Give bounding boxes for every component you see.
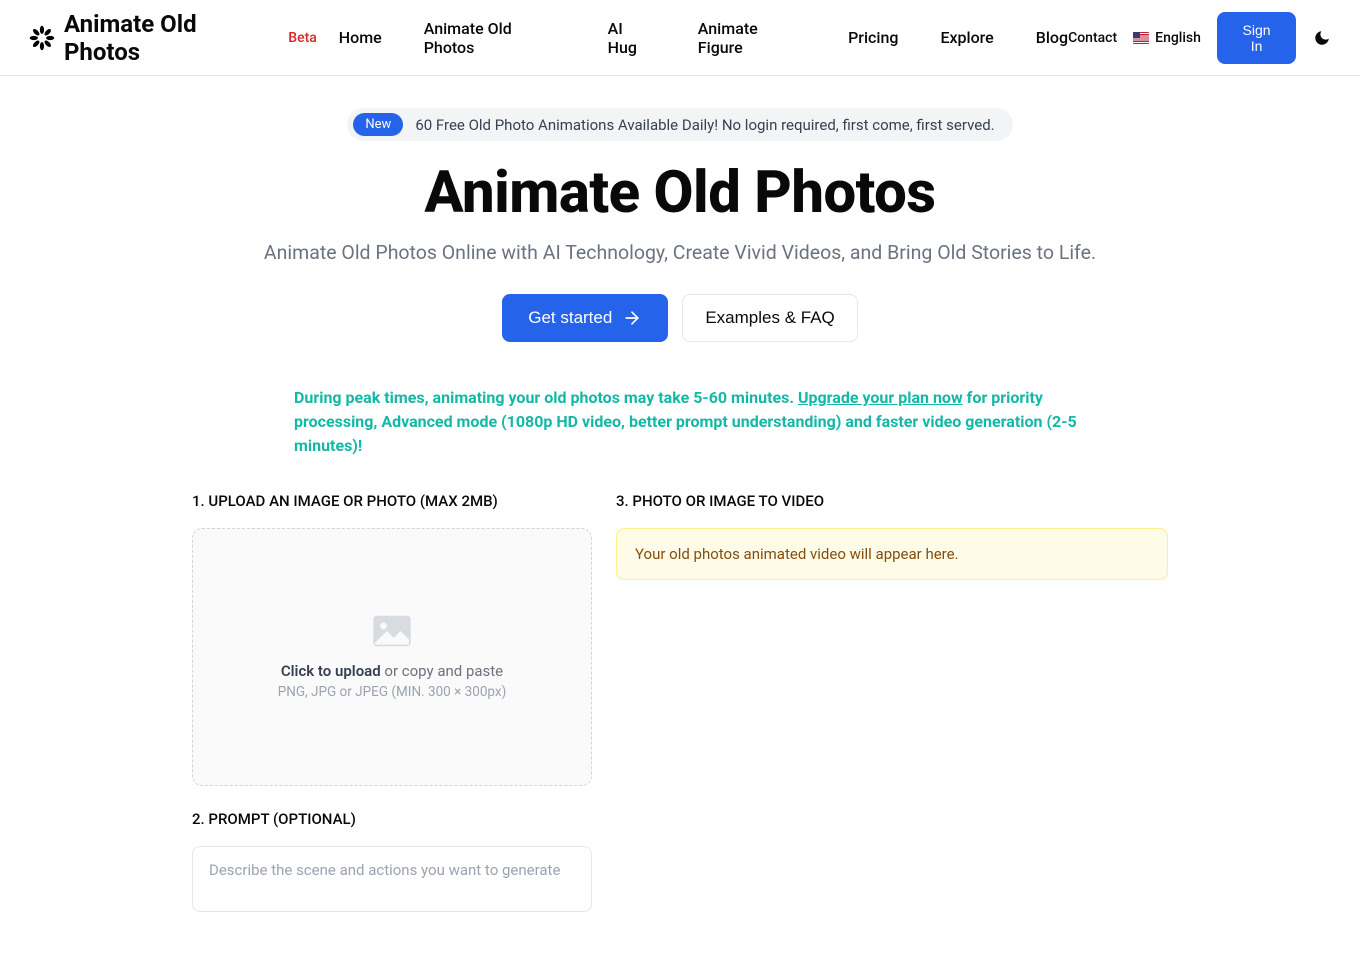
- beta-tag: Beta: [288, 30, 317, 46]
- nav-animate-old-photos[interactable]: Animate Old Photos: [424, 19, 566, 57]
- get-started-button[interactable]: Get started: [502, 294, 668, 342]
- language-select[interactable]: English: [1133, 30, 1201, 46]
- cta-row: Get started Examples & FAQ: [0, 294, 1360, 342]
- flag-icon: [1133, 32, 1149, 44]
- nav-blog[interactable]: Blog: [1036, 28, 1068, 47]
- upload-text: Click to upload or copy and paste: [281, 662, 503, 680]
- upload-dropzone[interactable]: Click to upload or copy and paste PNG, J…: [192, 528, 592, 786]
- main-nav: Home Animate Old Photos AI Hug Animate F…: [339, 19, 1068, 57]
- nav-pricing[interactable]: Pricing: [848, 28, 898, 47]
- contact-link[interactable]: Contact: [1068, 30, 1117, 46]
- upload-section-label: 1. UPLOAD AN IMAGE OR PHOTO (MAX 2MB): [192, 492, 592, 510]
- result-placeholder: Your old photos animated video will appe…: [616, 528, 1168, 580]
- moon-icon: [1313, 29, 1331, 47]
- columns: 1. UPLOAD AN IMAGE OR PHOTO (MAX 2MB) Cl…: [168, 492, 1192, 916]
- upload-hint: PNG, JPG or JPEG (MIN. 300 × 300px): [278, 684, 507, 700]
- nav-animate-figure[interactable]: Animate Figure: [698, 19, 806, 57]
- nav-ai-hug[interactable]: AI Hug: [608, 19, 656, 57]
- sign-in-button[interactable]: Sign In: [1217, 12, 1296, 64]
- image-icon: [371, 614, 413, 648]
- notice-part1: During peak times, animating your old ph…: [294, 388, 798, 407]
- result-section-label: 3. PHOTO OR IMAGE TO VIDEO: [616, 492, 1168, 510]
- logo-text: Animate Old Photos: [64, 10, 278, 66]
- arrow-right-icon: [622, 308, 642, 328]
- prompt-textarea[interactable]: [192, 846, 592, 912]
- hero-title: Animate Old Photos: [0, 159, 1360, 227]
- nav-explore[interactable]: Explore: [940, 28, 993, 47]
- main-content: New 60 Free Old Photo Animations Availab…: [0, 76, 1360, 956]
- get-started-label: Get started: [528, 308, 612, 328]
- header: Animate Old Photos Beta Home Animate Old…: [0, 0, 1360, 76]
- announcement-bar[interactable]: New 60 Free Old Photo Animations Availab…: [347, 108, 1012, 141]
- upload-text-rest: or copy and paste: [381, 662, 503, 680]
- new-badge: New: [353, 113, 403, 136]
- theme-toggle[interactable]: [1312, 28, 1332, 48]
- logo-icon: [28, 24, 56, 52]
- prompt-section-label: 2. PROMPT (OPTIONAL): [192, 810, 592, 828]
- column-left: 1. UPLOAD AN IMAGE OR PHOTO (MAX 2MB) Cl…: [192, 492, 592, 916]
- upload-text-strong: Click to upload: [281, 662, 381, 680]
- upgrade-link[interactable]: Upgrade your plan now: [798, 388, 963, 407]
- nav-home[interactable]: Home: [339, 28, 382, 47]
- column-right: 3. PHOTO OR IMAGE TO VIDEO Your old phot…: [616, 492, 1168, 916]
- examples-faq-button[interactable]: Examples & FAQ: [682, 294, 857, 342]
- language-label: English: [1155, 30, 1201, 46]
- header-left: Animate Old Photos Beta Home Animate Old…: [28, 10, 1068, 66]
- hero-subtitle: Animate Old Photos Online with AI Techno…: [0, 241, 1360, 264]
- header-right: Contact English Sign In: [1068, 12, 1332, 64]
- peak-notice: During peak times, animating your old ph…: [230, 386, 1130, 458]
- announcement-text: 60 Free Old Photo Animations Available D…: [415, 116, 994, 134]
